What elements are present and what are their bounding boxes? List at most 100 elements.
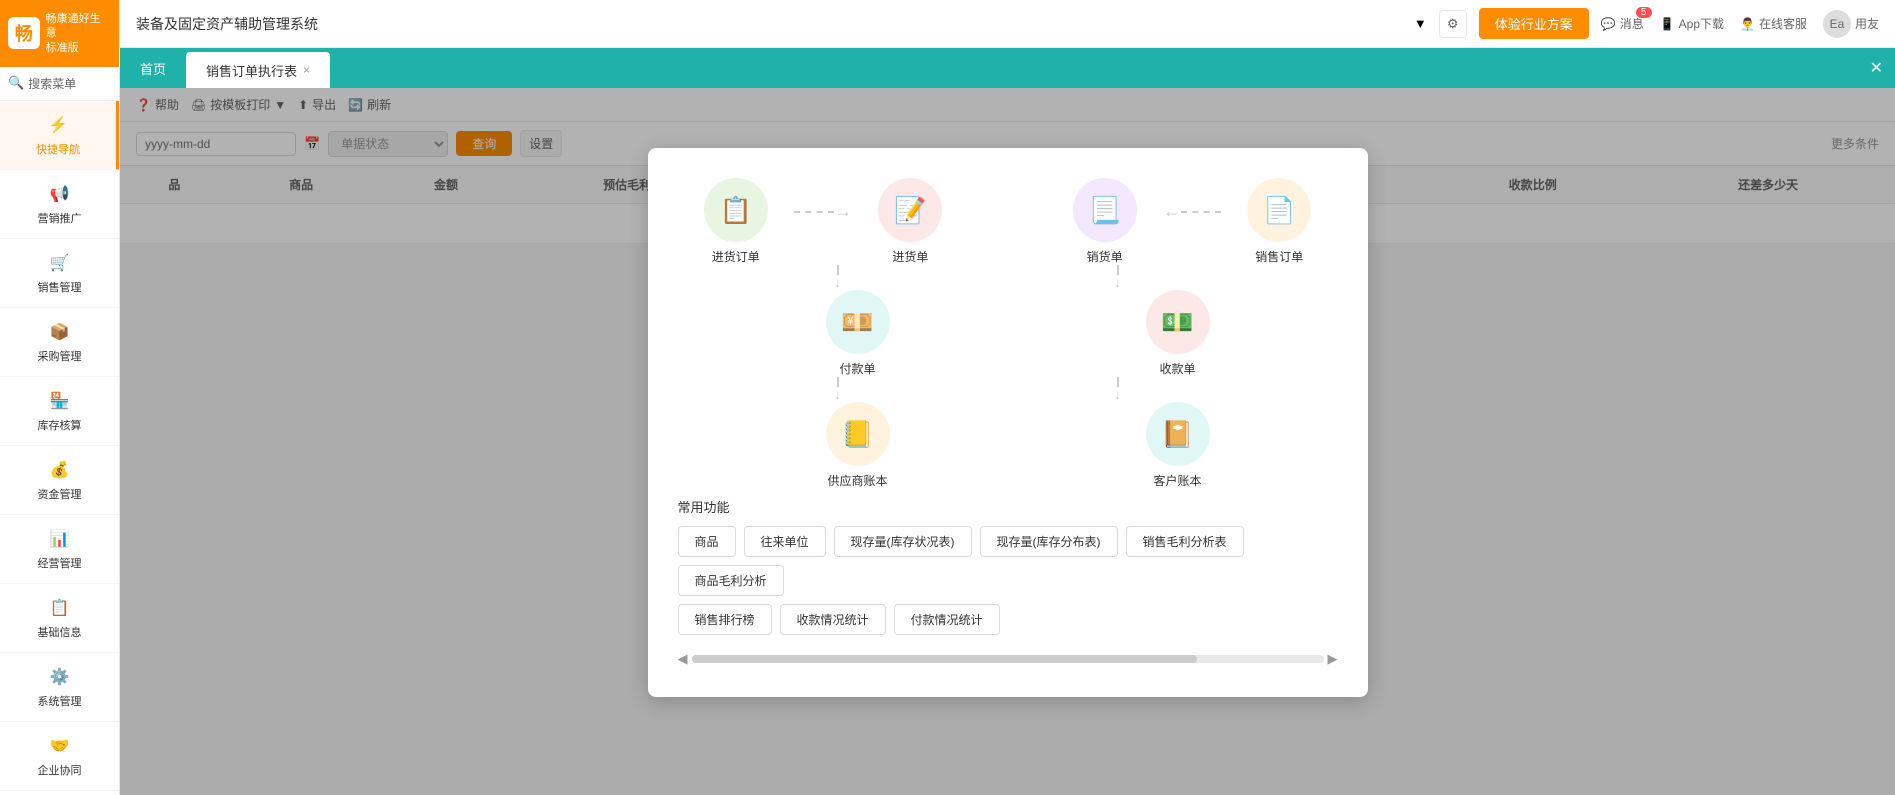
main-content: 装备及固定资产辅助管理系统 ▼ ⚙ 体验行业方案 💬 消息 5 📱 App下载 xyxy=(120,0,1895,795)
sidebar-item-finance[interactable]: 💰 资金管理 xyxy=(0,446,119,515)
sidebar-item-label: 营销推广 xyxy=(38,210,82,226)
quick-guide-icon: ⚡ xyxy=(46,113,70,137)
tab-home[interactable]: 首页 xyxy=(120,48,186,88)
sidebar-nav: ⚡ 快捷导航 📢 营销推广 🛒 销售管理 📦 采购管理 🏪 库存核算 💰 xyxy=(0,101,119,795)
gear-icon: ⚙ xyxy=(1447,16,1459,32)
sales-order-label: 销售订单 xyxy=(1255,248,1303,265)
purchase-bill-icon: 📝 xyxy=(878,178,942,242)
flow-row-5: 📒 供应商账本 📔 客户账本 xyxy=(678,402,1338,489)
sidebar: 畅 畅康通好生意 标准版 🔍 搜索菜单 ⚡ 快捷导航 📢 营销推广 🛒 销售管理 xyxy=(0,0,120,795)
cooperation-icon: 🤝 xyxy=(48,734,72,758)
sales-icon: 🛒 xyxy=(48,251,72,275)
flow-diagram: 📋 进货订单 → 📝 进货单 xyxy=(678,178,1338,489)
sidebar-item-system[interactable]: ⚙️ 系统管理 xyxy=(0,653,119,722)
tab-home-label: 首页 xyxy=(140,59,166,78)
sidebar-item-marketing[interactable]: 📢 营销推广 xyxy=(0,170,119,239)
arrow-1: → xyxy=(794,201,852,222)
btn-sales-gross[interactable]: 销售毛利分析表 xyxy=(1126,526,1244,557)
sidebar-item-quick-guide[interactable]: ⚡ 快捷导航 xyxy=(0,101,119,170)
header-actions: 💬 消息 5 📱 App下载 👨‍💼 在线客服 Ea 用友 xyxy=(1601,10,1879,38)
sidebar-item-label: 基础信息 xyxy=(38,624,82,640)
arrow-down-3: ↓ xyxy=(798,377,878,402)
sidebar-item-label: 资金管理 xyxy=(38,486,82,502)
title-dropdown[interactable]: ▼ xyxy=(1414,16,1427,31)
user-action[interactable]: Ea 用友 xyxy=(1823,10,1879,38)
chevron-down-icon: ▼ xyxy=(1414,16,1427,31)
sidebar-item-operation[interactable]: 📊 经营管理 xyxy=(0,515,119,584)
online-service-action[interactable]: 👨‍💼 在线客服 xyxy=(1740,15,1807,32)
flow-row-3: 💴 付款单 💵 收款单 xyxy=(678,290,1338,377)
marketing-icon: 📢 xyxy=(48,182,72,206)
btn-receipt-stats[interactable]: 收款情况统计 xyxy=(780,604,886,635)
arrow-down-2: ↓ xyxy=(1078,265,1158,290)
node-customer-account: 📔 客户账本 xyxy=(1118,402,1238,489)
node-purchase-order: 📋 进货订单 xyxy=(678,178,795,265)
close-all-tabs[interactable]: ✕ xyxy=(1870,58,1883,78)
node-payment: 💴 付款单 xyxy=(798,290,918,377)
sidebar-item-basic-info[interactable]: 📋 基础信息 xyxy=(0,584,119,653)
node-sales-order: 📄 销售订单 xyxy=(1221,178,1338,265)
settings-button[interactable]: ⚙ xyxy=(1439,10,1467,38)
tab-active-label: 销售订单执行表 xyxy=(206,61,297,80)
sidebar-item-label: 经营管理 xyxy=(38,555,82,571)
node-sales-bill: 📃 销货单 xyxy=(1046,178,1163,265)
customer-account-label: 客户账本 xyxy=(1153,472,1201,489)
logo-text: 畅康通好生意 标准版 xyxy=(46,12,111,55)
sidebar-item-inventory[interactable]: 🏪 库存核算 xyxy=(0,377,119,446)
btn-stock-dist[interactable]: 现存量(库存分布表) xyxy=(980,526,1118,557)
inventory-icon: 🏪 xyxy=(48,389,72,413)
sidebar-item-purchase[interactable]: 📦 采购管理 xyxy=(0,308,119,377)
sidebar-item-cooperation[interactable]: 🤝 企业协同 xyxy=(0,722,119,791)
function-buttons: 商品 往来单位 现存量(库存状况表) 现存量(库存分布表) 销售毛利分析表 商品… xyxy=(678,526,1338,596)
btn-sales-rank[interactable]: 销售排行榜 xyxy=(678,604,772,635)
common-functions-title: 常用功能 xyxy=(678,497,1338,516)
scroll-thumb xyxy=(692,655,1198,663)
scroll-right-arrow[interactable]: ▶ xyxy=(1328,651,1338,667)
scroll-track[interactable] xyxy=(692,655,1324,663)
sidebar-item-label: 销售管理 xyxy=(38,279,82,295)
app-title: 装备及固定资产辅助管理系统 xyxy=(136,14,1402,34)
tab-bar: 首页 销售订单执行表 × ✕ xyxy=(120,48,1895,88)
message-action[interactable]: 💬 消息 5 xyxy=(1601,15,1644,32)
arrow-2: ← xyxy=(1163,201,1221,222)
purchase-icon: 📦 xyxy=(48,320,72,344)
receipt-icon: 💵 xyxy=(1146,290,1210,354)
sidebar-item-label: 快捷导航 xyxy=(36,141,80,157)
app-header: 装备及固定资产辅助管理系统 ▼ ⚙ 体验行业方案 💬 消息 5 📱 App下载 xyxy=(120,0,1895,48)
node-purchase-bill: 📝 进货单 xyxy=(852,178,969,265)
app-download-action[interactable]: 📱 App下载 xyxy=(1660,15,1724,32)
search-icon: 🔍 xyxy=(8,75,24,91)
flow-row-4: ↓ ↓ xyxy=(678,377,1338,402)
sales-order-icon: 📄 xyxy=(1247,178,1311,242)
customer-account-icon: 📔 xyxy=(1146,402,1210,466)
finance-icon: 💰 xyxy=(48,458,72,482)
download-icon: 📱 xyxy=(1660,17,1675,31)
function-buttons-row2: 销售排行榜 收款情况统计 付款情况统计 xyxy=(678,604,1338,635)
tab-sales-order[interactable]: 销售订单执行表 × xyxy=(186,52,330,88)
btn-stock-status[interactable]: 现存量(库存状况表) xyxy=(834,526,972,557)
btn-partner[interactable]: 往来单位 xyxy=(744,526,826,557)
sidebar-search-label: 搜索菜单 xyxy=(28,75,76,92)
sales-bill-label: 销货单 xyxy=(1087,248,1123,265)
purchase-bill-label: 进货单 xyxy=(892,248,928,265)
sidebar-item-newbie[interactable]: 🎯 新手引导 xyxy=(0,791,119,795)
message-badge: 5 xyxy=(1636,7,1652,18)
modal-scrollbar: ◀ ▶ xyxy=(678,651,1338,667)
content-area: ❓ 帮助 🖨 按模板打印 ▼ ⬆ 导出 🔄 刷新 xyxy=(120,88,1895,795)
sidebar-logo[interactable]: 畅 畅康通好生意 标准版 xyxy=(0,0,119,67)
sidebar-item-sales[interactable]: 🛒 销售管理 xyxy=(0,239,119,308)
supplier-account-icon: 📒 xyxy=(826,402,890,466)
btn-product[interactable]: 商品 xyxy=(678,526,736,557)
btn-payment-stats[interactable]: 付款情况统计 xyxy=(894,604,1000,635)
basic-info-icon: 📋 xyxy=(48,596,72,620)
system-icon: ⚙️ xyxy=(48,665,72,689)
experience-btn[interactable]: 体验行业方案 xyxy=(1479,8,1589,39)
tab-close-icon[interactable]: × xyxy=(303,63,310,77)
btn-product-gross[interactable]: 商品毛利分析 xyxy=(678,565,784,596)
operation-icon: 📊 xyxy=(48,527,72,551)
avatar: Ea xyxy=(1823,10,1851,38)
sidebar-search[interactable]: 🔍 搜索菜单 xyxy=(0,67,119,101)
sidebar-item-label: 库存核算 xyxy=(38,417,82,433)
supplier-account-label: 供应商账本 xyxy=(827,472,887,489)
scroll-left-arrow[interactable]: ◀ xyxy=(678,651,688,667)
